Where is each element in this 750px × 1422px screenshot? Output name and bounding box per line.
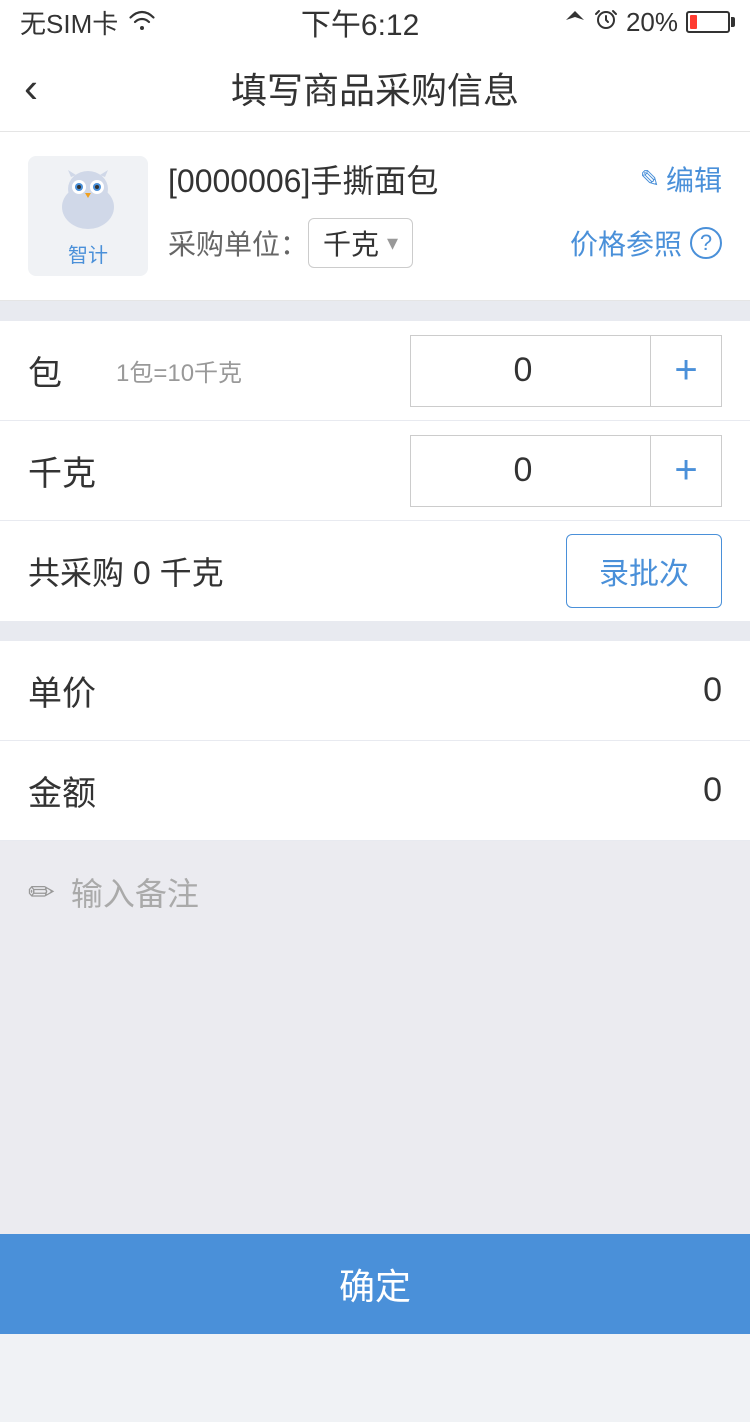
wifi-icon [128,7,156,38]
edit-button[interactable]: ✎ 编辑 [640,159,722,199]
batch-button[interactable]: 录批次 [566,534,722,608]
kg-plus-button[interactable]: + [650,435,722,507]
brand-text: 智计 [68,239,108,268]
unit-price-row: 单价 0 [0,641,750,741]
summary-row: 共采购 0 千克 录批次 [0,521,750,621]
back-button[interactable]: ‹ [24,67,38,109]
kg-input-wrap: + [410,435,722,507]
location-icon [564,7,586,38]
section-divider-2 [0,621,750,641]
unit-selector-group: 采购单位： 千克 ▾ [168,218,413,268]
nav-bar: ‹ 填写商品采购信息 [0,44,750,132]
amount-row: 金额 0 [0,741,750,841]
battery-percent: 20% [626,7,678,38]
price-ref-label: 价格参照 [570,223,682,263]
bag-label: 包 [28,346,108,395]
pencil-icon: ✏ [28,873,55,911]
unit-price-value: 0 [703,671,722,710]
unit-select[interactable]: 千克 ▾ [308,218,413,268]
kg-label: 千克 [28,446,108,495]
confirm-button-label: 确定 [339,1258,411,1310]
price-section: 单价 0 金额 0 [0,641,750,841]
remark-placeholder: 输入备注 [71,869,199,915]
product-image: 智计 [28,156,148,276]
product-card: 智计 [0000006]手撕面包 ✎ 编辑 采购单位： 千克 ▾ [0,132,750,301]
bag-input-wrap: + [410,335,722,407]
alarm-icon [594,7,618,38]
unit-value: 千克 [323,223,379,263]
status-bar: 无SIM卡 下午6:12 20% [0,0,750,44]
battery-icon [686,11,730,33]
input-section: 包 1包=10千克 + 千克 + 共采购 0 千克 录批次 [0,321,750,621]
price-ref-button[interactable]: 价格参照 ? [570,223,722,263]
remark-section[interactable]: ✏ 输入备注 [0,841,750,943]
bag-sublabel: 1包=10千克 [116,353,410,388]
confirm-bar[interactable]: 确定 [0,1234,750,1334]
unit-arrow-icon: ▾ [387,230,398,256]
unit-label: 采购单位： [168,223,308,263]
unit-price-label: 单价 [28,666,96,715]
status-time: 下午6:12 [301,0,419,44]
owl-svg [48,165,128,235]
carrier-text: 无SIM卡 [20,4,118,41]
summary-text: 共采购 0 千克 [28,548,224,594]
status-left: 无SIM卡 [20,4,156,41]
price-ref-help-icon: ? [690,227,722,259]
bag-plus-button[interactable]: + [650,335,722,407]
product-name: [0000006]手撕面包 [168,156,438,202]
page-title: 填写商品采购信息 [231,62,519,114]
bag-input-row: 包 1包=10千克 + [0,321,750,421]
content-wrap: 智计 [0000006]手撕面包 ✎ 编辑 采购单位： 千克 ▾ [0,132,750,1422]
status-right: 20% [564,7,730,38]
kg-input-row: 千克 + [0,421,750,521]
product-info: [0000006]手撕面包 ✎ 编辑 采购单位： 千克 ▾ 价格参照 ? [168,156,722,268]
product-unit-row: 采购单位： 千克 ▾ 价格参照 ? [168,218,722,268]
amount-value: 0 [703,771,722,810]
product-header: [0000006]手撕面包 ✎ 编辑 [168,156,722,202]
product-image-inner: 智计 [28,156,148,276]
kg-input[interactable] [410,435,650,507]
section-divider-1 [0,301,750,321]
edit-label: 编辑 [666,159,722,199]
bag-input[interactable] [410,335,650,407]
edit-icon: ✎ [640,165,660,194]
amount-label: 金额 [28,766,96,815]
